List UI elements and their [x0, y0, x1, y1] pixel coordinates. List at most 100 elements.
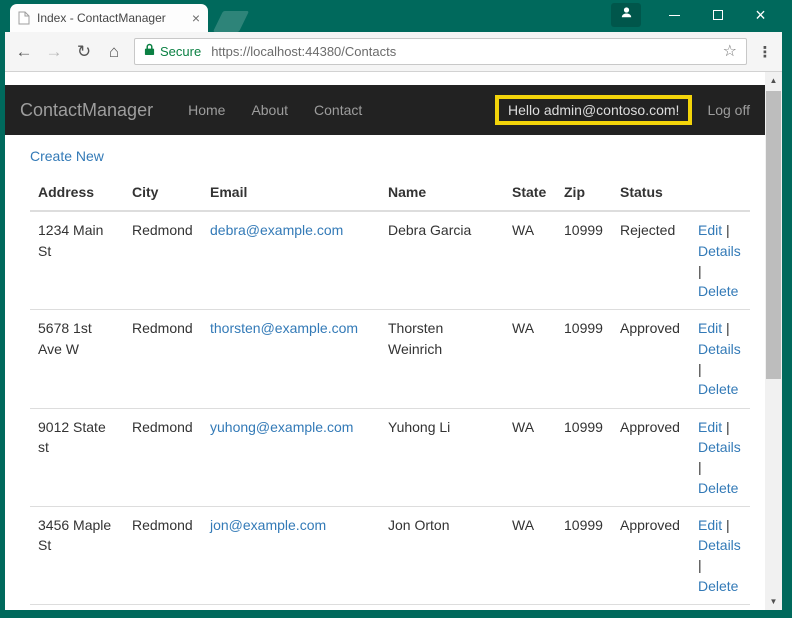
back-icon: ← — [15, 41, 33, 61]
nav-link-contact[interactable]: Contact — [301, 102, 375, 118]
table-header-row: Address City Email Name State Zip Status — [30, 174, 750, 213]
create-new-link[interactable]: Create New — [30, 148, 104, 164]
maximize-button[interactable] — [696, 0, 739, 30]
bookmark-star-icon[interactable]: ☆ — [723, 43, 737, 60]
table-row: 1234 Main St Redmond debra@example.com D… — [30, 210, 750, 310]
page-scrollbar[interactable]: ▲ ▼ — [765, 72, 782, 610]
home-button[interactable]: ⌂ — [99, 37, 129, 67]
address-bar[interactable]: Secure https://localhost:44380/Contacts … — [134, 38, 747, 65]
hello-user-link[interactable]: Hello admin@contoso.com! — [495, 95, 693, 125]
cell-zip: 10999 — [556, 210, 612, 310]
page-viewport: ContactManager Home About Contact Hello … — [5, 72, 782, 610]
cell-name: Yuhong Li — [380, 407, 504, 507]
cell-actions: Edit | Details | Delete — [690, 407, 750, 507]
details-link[interactable]: Details — [698, 341, 741, 357]
cell-address: 5678 1st Ave W — [30, 309, 124, 409]
email-link[interactable]: yuhong@example.com — [210, 419, 353, 435]
cell-city: Redmond — [124, 210, 202, 310]
new-tab-button[interactable] — [212, 11, 250, 32]
cell-city: Redmond — [124, 505, 202, 606]
edit-link[interactable]: Edit — [698, 222, 722, 238]
cell-email: thorsten@example.com — [202, 309, 380, 409]
delete-link[interactable]: Delete — [698, 480, 738, 496]
scroll-down-icon[interactable]: ▼ — [765, 593, 782, 610]
close-button[interactable]: × — [739, 0, 782, 30]
cell-name: Thorsten Weinrich — [380, 309, 504, 409]
contacts-index: Create New Address City Email Name State — [5, 135, 765, 606]
cell-state: WA — [504, 210, 556, 310]
cell-name: Jon Orton — [380, 505, 504, 606]
cell-state: WA — [504, 309, 556, 409]
cell-zip: 10999 — [556, 309, 612, 409]
action-separator: | — [726, 418, 730, 435]
cell-state: WA — [504, 407, 556, 507]
page-favicon-icon — [18, 11, 30, 25]
contacts-table: Address City Email Name State Zip Status — [30, 174, 750, 606]
edit-link[interactable]: Edit — [698, 320, 722, 336]
nav-link-about[interactable]: About — [238, 102, 301, 118]
details-link[interactable]: Details — [698, 537, 741, 553]
cell-status: Approved — [612, 505, 690, 606]
action-separator: | — [726, 320, 730, 337]
email-link[interactable]: jon@example.com — [210, 517, 326, 533]
action-separator: | — [726, 222, 730, 239]
reload-button[interactable]: ↻ — [69, 37, 99, 67]
table-row: 9012 State st Redmond yuhong@example.com… — [30, 407, 750, 507]
minimize-button[interactable] — [653, 0, 696, 30]
tab-title: Index - ContactManager — [37, 11, 166, 25]
details-link[interactable]: Details — [698, 243, 741, 259]
cell-city: Redmond — [124, 407, 202, 507]
cell-status: Approved — [612, 407, 690, 507]
action-separator: | — [726, 516, 730, 533]
action-separator: | — [698, 361, 702, 378]
browser-tab[interactable]: Index - ContactManager × — [10, 4, 208, 32]
browser-menu-icon[interactable]: ⋮ — [752, 43, 778, 61]
action-separator: | — [698, 459, 702, 476]
url-text: https://localhost:44380/Contacts — [211, 44, 397, 59]
nav-links: Home About Contact — [175, 102, 375, 118]
cell-zip: 10999 — [556, 505, 612, 606]
brand-link[interactable]: ContactManager — [20, 100, 153, 121]
cell-city: Redmond — [124, 309, 202, 409]
delete-link[interactable]: Delete — [698, 578, 738, 594]
browser-window: Index - ContactManager × × ← → ↻ ⌂ Secur… — [0, 0, 792, 618]
back-button[interactable]: ← — [9, 37, 39, 67]
table-row: 5678 1st Ave W Redmond thorsten@example.… — [30, 309, 750, 409]
cell-address: 9012 State st — [30, 407, 124, 507]
cell-status: Rejected — [612, 210, 690, 310]
col-header-address: Address — [30, 174, 124, 213]
scroll-up-icon[interactable]: ▲ — [765, 72, 782, 89]
table-row: 3456 Maple St Redmond jon@example.com Jo… — [30, 505, 750, 606]
cell-state: WA — [504, 505, 556, 606]
cell-email: yuhong@example.com — [202, 407, 380, 507]
edit-link[interactable]: Edit — [698, 517, 722, 533]
cell-email: jon@example.com — [202, 505, 380, 606]
close-icon: × — [755, 5, 766, 25]
col-header-city: City — [124, 174, 202, 213]
profile-button[interactable] — [611, 3, 641, 27]
action-separator: | — [698, 557, 702, 574]
maximize-icon — [712, 10, 723, 20]
logoff-link[interactable]: Log off — [707, 102, 750, 118]
action-separator: | — [698, 262, 702, 279]
email-link[interactable]: thorsten@example.com — [210, 320, 358, 336]
security-label: Secure — [160, 44, 202, 59]
forward-button[interactable]: → — [39, 37, 69, 67]
window-controls: × — [611, 0, 782, 30]
cell-name: Debra Garcia — [380, 210, 504, 310]
cell-actions: Edit | Details | Delete — [690, 309, 750, 409]
delete-link[interactable]: Delete — [698, 283, 738, 299]
cell-email: debra@example.com — [202, 210, 380, 310]
nav-link-home[interactable]: Home — [175, 102, 238, 118]
reload-icon: ↻ — [76, 41, 92, 61]
nav-right: Hello admin@contoso.com! Log off — [495, 95, 750, 125]
tab-close-icon[interactable]: × — [192, 11, 200, 25]
edit-link[interactable]: Edit — [698, 419, 722, 435]
scrollbar-thumb[interactable] — [766, 91, 781, 379]
col-header-zip: Zip — [556, 174, 612, 213]
lock-icon[interactable] — [144, 43, 155, 61]
site-navbar: ContactManager Home About Contact Hello … — [5, 85, 765, 135]
email-link[interactable]: debra@example.com — [210, 222, 343, 238]
delete-link[interactable]: Delete — [698, 381, 738, 397]
details-link[interactable]: Details — [698, 439, 741, 455]
